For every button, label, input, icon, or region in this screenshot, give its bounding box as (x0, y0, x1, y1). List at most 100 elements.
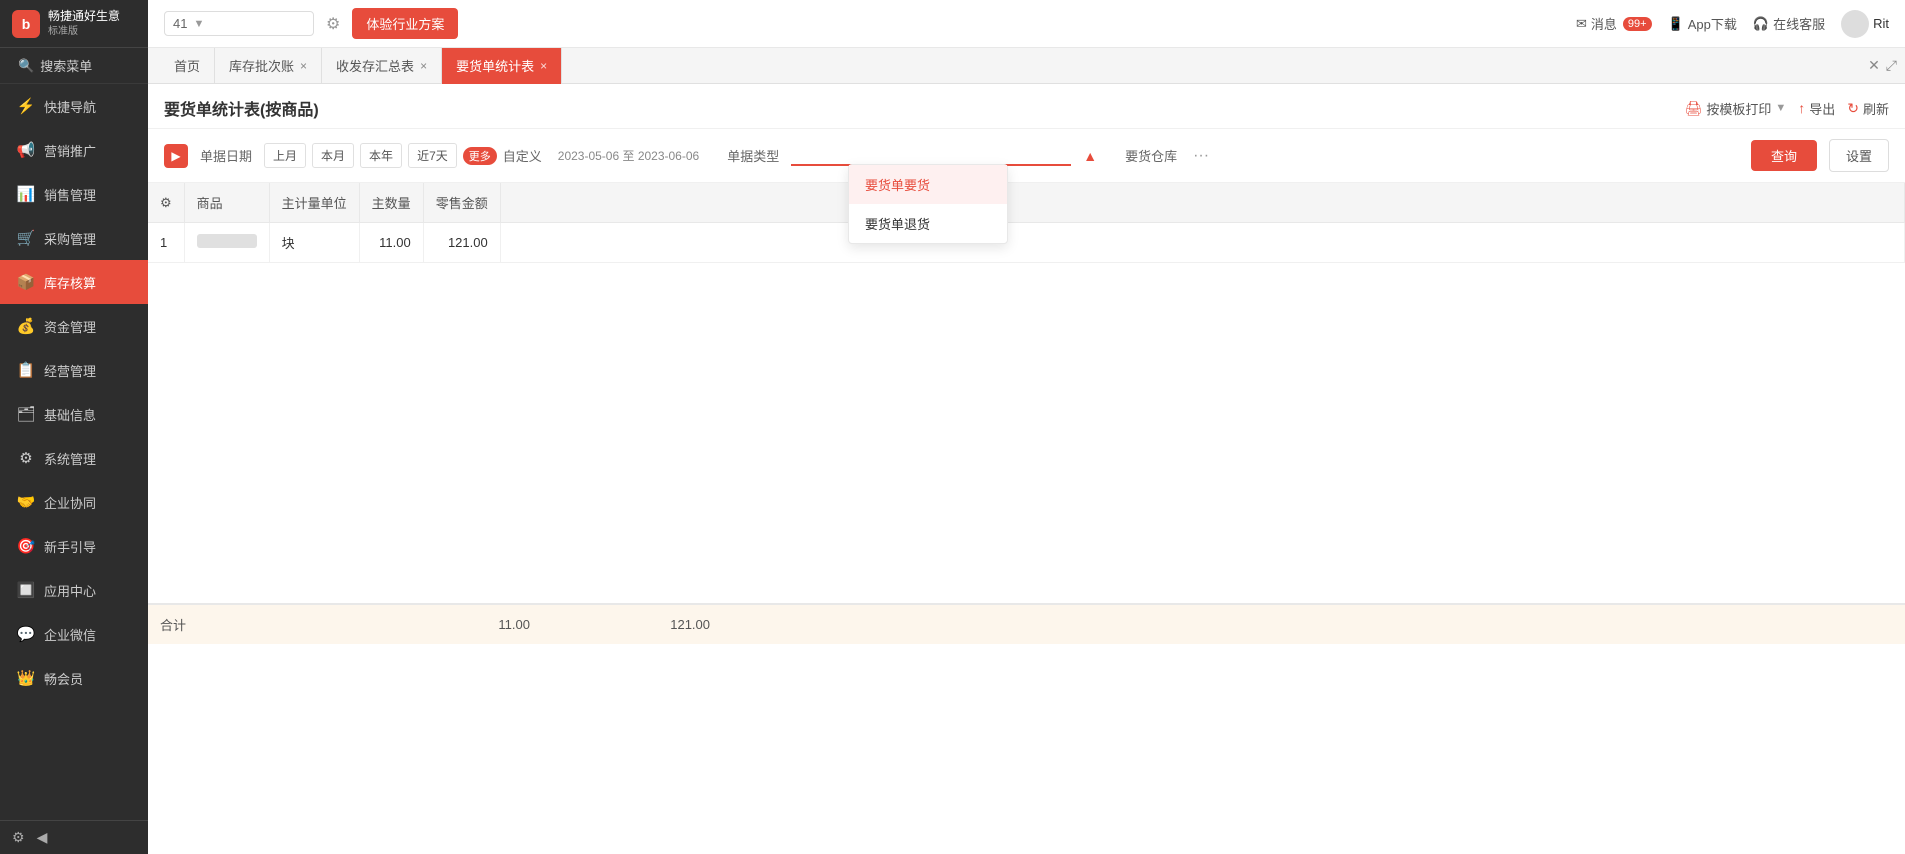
sidebar-logo: b 畅捷通好生意 标准版 (0, 0, 148, 48)
tab-home-label: 首页 (174, 56, 200, 75)
sidebar-settings-btn[interactable]: ⚙ (12, 829, 25, 846)
marketing-icon: 📢 (16, 140, 36, 160)
footer-quantity: 11.00 (450, 617, 530, 632)
warehouse-filter-label: 要货仓库 (1125, 146, 1177, 165)
export-icon: ↑ (1798, 100, 1805, 116)
topbar-gear-icon[interactable]: ⚙ (326, 14, 340, 34)
tab-order-summary-label: 要货单统计表 (456, 56, 534, 75)
app-download-btn[interactable]: 📱 App下载 (1668, 14, 1737, 33)
trial-button[interactable]: 体验行业方案 (352, 8, 458, 39)
date-this-year-btn[interactable]: 本年 (360, 143, 402, 168)
sidebar-item-inventory[interactable]: 📦 库存核算 (0, 260, 148, 304)
date-range-display: 2023-05-06 至 2023-06-06 (558, 147, 699, 164)
tab-batch-account-close[interactable]: × (300, 59, 307, 73)
tabbar: 首页 库存批次账 × 收发存汇总表 × 要货单统计表 × ✕ ⤢ (148, 48, 1905, 84)
sidebar-item-finance[interactable]: 💰 资金管理 (0, 304, 148, 348)
custom-date-btn[interactable]: 自定义 (503, 146, 542, 165)
online-service-btn[interactable]: 🎧 在线客服 (1753, 14, 1825, 33)
sidebar-item-sales[interactable]: 📊 销售管理 (0, 172, 148, 216)
sidebar-item-apps[interactable]: 🔲 应用中心 (0, 568, 148, 612)
sidebar-item-base[interactable]: 🗂 基础信息 (0, 392, 148, 436)
close-all-tabs-btn[interactable]: ✕ (1868, 57, 1880, 74)
col-gear: ⚙ (148, 183, 184, 223)
sidebar-item-guide[interactable]: 🎯 新手引导 (0, 524, 148, 568)
more-options-badge[interactable]: 更多 (463, 147, 497, 165)
store-selector[interactable]: 41 ▼ (164, 11, 314, 36)
type-filter-input[interactable] (791, 145, 1071, 166)
sidebar-item-label: 新手引导 (44, 537, 96, 556)
refresh-btn[interactable]: ↻ 刷新 (1847, 99, 1889, 118)
sidebar-item-label: 企业协同 (44, 493, 96, 512)
tab-order-summary-close[interactable]: × (540, 59, 547, 73)
date-prev-month-btn[interactable]: 上月 (264, 143, 306, 168)
print-template-btn[interactable]: 🖨 按模板打印 ▼ (1685, 99, 1787, 118)
messages-label: 消息 (1591, 14, 1617, 33)
tab-batch-account[interactable]: 库存批次账 × (215, 48, 322, 84)
date-this-month-btn[interactable]: 本月 (312, 143, 354, 168)
online-service-label: 在线客服 (1773, 14, 1825, 33)
apps-icon: 🔲 (16, 580, 36, 600)
type-dropdown-toggle[interactable]: ▲ (1083, 148, 1097, 164)
warehouse-dots-btn[interactable]: ··· (1193, 147, 1209, 165)
page-header-actions: 🖨 按模板打印 ▼ ↑ 导出 ↻ 刷新 (1685, 99, 1889, 118)
sidebar-item-enterprise[interactable]: 🤝 企业协同 (0, 480, 148, 524)
filter-expand-icon: ▶ (171, 149, 180, 163)
col-quantity: 主数量 (359, 183, 423, 223)
guide-icon: 🎯 (16, 536, 36, 556)
tab-home[interactable]: 首页 (160, 48, 215, 84)
gear-icon[interactable]: ⚙ (160, 195, 172, 210)
messages-btn[interactable]: ✉ 消息 99+ (1576, 14, 1652, 33)
query-btn[interactable]: 查询 (1751, 140, 1817, 171)
sidebar-item-label: 企业微信 (44, 625, 96, 644)
row-empty (500, 223, 1904, 263)
row-unit: 块 (269, 223, 359, 263)
tab-order-summary[interactable]: 要货单统计表 × (442, 48, 562, 84)
messages-icon: ✉ (1576, 16, 1587, 32)
sidebar-item-label: 应用中心 (44, 581, 96, 600)
dropdown-item-order-return[interactable]: 要货单退货 (849, 204, 1007, 243)
filter-setting-btn[interactable]: 设置 (1829, 139, 1889, 172)
user-area[interactable]: Rit (1841, 10, 1889, 38)
type-filter-label: 单据类型 (727, 146, 779, 165)
sidebar-item-label: 系统管理 (44, 449, 96, 468)
purchase-icon: 🛒 (16, 228, 36, 248)
tab-receive-summary-close[interactable]: × (420, 59, 427, 73)
sidebar-item-system[interactable]: ⚙ 系统管理 (0, 436, 148, 480)
footer-label: 合计 (160, 615, 450, 634)
tab-batch-account-label: 库存批次账 (229, 56, 294, 75)
print-template-label: 按模板打印 (1706, 99, 1771, 118)
table-row: 1 块 11.00 121.00 (148, 223, 1905, 263)
page: 要货单统计表(按商品) 🖨 按模板打印 ▼ ↑ 导出 ↻ 刷新 (148, 84, 1905, 854)
sidebar-item-label: 采购管理 (44, 229, 96, 248)
finance-icon: 💰 (16, 316, 36, 336)
dropdown-item-order-purchase[interactable]: 要货单要货 (849, 165, 1007, 204)
export-btn[interactable]: ↑ 导出 (1798, 99, 1835, 118)
sidebar-collapse-btn[interactable]: ◀ (37, 829, 48, 846)
sidebar-item-member[interactable]: 👑 畅会员 (0, 656, 148, 700)
print-dropdown-icon: ▼ (1775, 102, 1786, 114)
filter-expand-btn[interactable]: ▶ (164, 144, 188, 168)
sidebar-item-wechat[interactable]: 💬 企业微信 (0, 612, 148, 656)
inventory-icon: 📦 (16, 272, 36, 292)
sidebar-item-purchase[interactable]: 🛒 采购管理 (0, 216, 148, 260)
sidebar-bottom: ⚙ ◀ (0, 820, 148, 854)
type-dropdown-menu: 要货单要货 要货单退货 (848, 164, 1008, 244)
date-last-7-days-btn[interactable]: 近7天 (408, 143, 457, 168)
sidebar-item-operations[interactable]: 📋 经营管理 (0, 348, 148, 392)
expand-tab-btn[interactable]: ⤢ (1886, 57, 1897, 74)
app-logo-text: 畅捷通好生意 标准版 (48, 9, 120, 38)
sidebar-item-label: 资金管理 (44, 317, 96, 336)
sidebar-item-quick-nav[interactable]: ⚡ 快捷导航 (0, 84, 148, 128)
row-num: 1 (148, 223, 184, 263)
sidebar-item-label: 库存核算 (44, 273, 96, 292)
data-table: ⚙ 商品 主计量单位 主数量 零售金额 1 (148, 183, 1905, 263)
enterprise-icon: 🤝 (16, 492, 36, 512)
date-filter-label: 单据日期 (200, 146, 252, 165)
table-container: ⚙ 商品 主计量单位 主数量 零售金额 1 (148, 183, 1905, 263)
sidebar-item-marketing[interactable]: 📢 营销推广 (0, 128, 148, 172)
sidebar-item-label: 经营管理 (44, 361, 96, 380)
tab-receive-summary[interactable]: 收发存汇总表 × (322, 48, 442, 84)
filter-date-options: 上月 本月 本年 近7天 更多 自定义 (264, 143, 542, 168)
sidebar-search[interactable]: 🔍 搜索菜单 (0, 48, 148, 84)
search-icon: 🔍 (18, 58, 34, 74)
